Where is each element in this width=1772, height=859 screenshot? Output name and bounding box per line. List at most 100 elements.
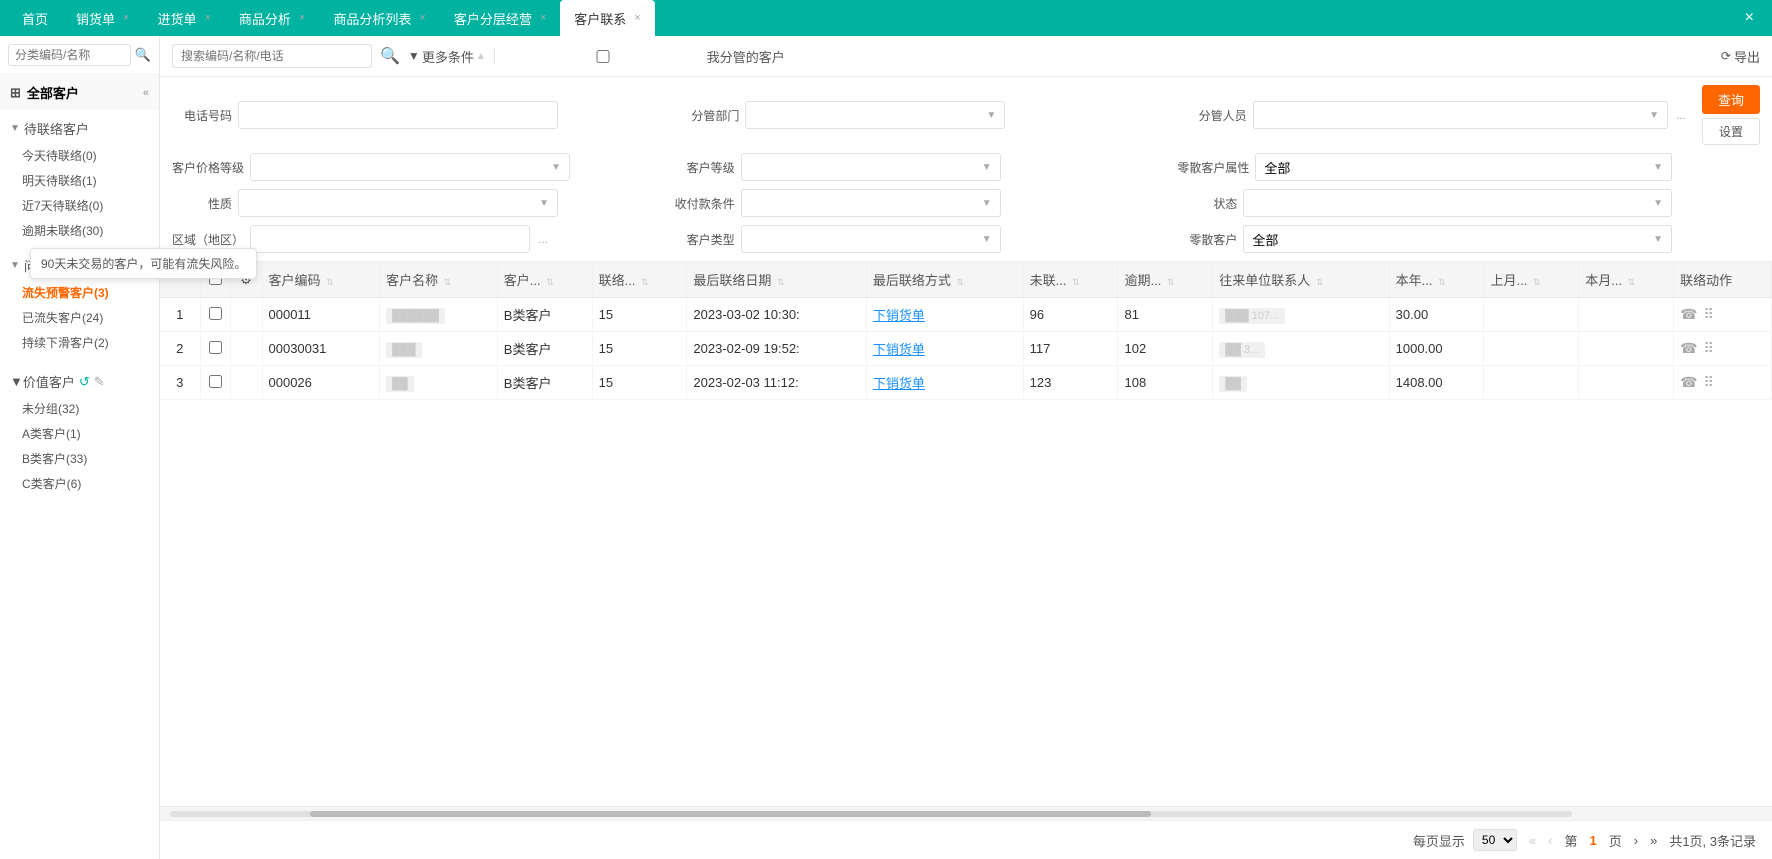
sidebar-item-declining[interactable]: 持续下滑客户(2) [0, 330, 159, 355]
action-phone-icon[interactable]: ☎ [1680, 306, 1697, 323]
th-overdue[interactable]: 逾期... ⇅ [1118, 262, 1213, 298]
th-name[interactable]: 客户名称 ⇅ [380, 262, 498, 298]
select-status[interactable]: ▼ [1243, 189, 1672, 217]
cell-setting [230, 298, 262, 332]
cell-num: 1 [160, 298, 200, 332]
setting-button[interactable]: 设置 [1702, 118, 1760, 145]
nav-tab-3[interactable]: 商品分析列表 × [319, 0, 439, 36]
my-customers-check[interactable] [503, 50, 703, 63]
cell-check[interactable] [200, 332, 230, 366]
sidebar-item-class-a[interactable]: A类客户(1) [0, 421, 159, 446]
sidebar-item-class-c[interactable]: C类客户(6) [0, 471, 159, 496]
search-button[interactable]: 🔍 [380, 46, 400, 66]
cell-lastmethod[interactable]: 下销货单 [866, 298, 1023, 332]
sidebar-item-class-b[interactable]: B类客户(33) [0, 446, 159, 471]
sidebar-item-7days[interactable]: 近7天待联络(0) [0, 193, 159, 218]
th-contact2[interactable]: 往来单位联系人 ⇅ [1213, 262, 1389, 298]
last-page-btn[interactable]: » [1646, 832, 1661, 849]
close-all-btn[interactable]: × [1735, 9, 1764, 27]
select-region[interactable] [250, 225, 530, 253]
action-phone-icon[interactable]: ☎ [1680, 340, 1697, 357]
nav-tab-4[interactable]: 客户分层经营 × [440, 0, 560, 36]
sidebar-all-customers[interactable]: ⊞ 全部客户 « [0, 75, 159, 110]
th-thisyear[interactable]: 本年... ⇅ [1389, 262, 1484, 298]
horizontal-scrollbar[interactable] [160, 806, 1772, 820]
th-lastdate[interactable]: 最后联络日期 ⇅ [687, 262, 866, 298]
sidebar: 🔍 ⊞ 全部客户 « ▼ 待联络客户 今天待联络(0) 明天待联络(1) 近7天… [0, 36, 160, 859]
query-button[interactable]: 查询 [1702, 85, 1760, 114]
sort-icon-lastmethod: ⇅ [957, 277, 965, 287]
select-dept[interactable]: ▼ [745, 101, 1005, 129]
th-type[interactable]: 客户... ⇅ [497, 262, 592, 298]
sidebar-item-today[interactable]: 今天待联络(0) [0, 143, 159, 168]
edit-icon[interactable]: ✎ [94, 374, 105, 390]
action-more-icon[interactable]: ⠿ [1704, 340, 1714, 357]
sidebar-search-input[interactable] [8, 44, 131, 66]
next-page-btn[interactable]: › [1630, 832, 1642, 849]
select-manager[interactable]: ▼ [1253, 101, 1668, 129]
label-region: 区域（地区） [172, 231, 244, 248]
first-page-btn[interactable]: « [1525, 832, 1540, 849]
select-customer-level[interactable]: ▼ [741, 153, 1001, 181]
row-checkbox-2[interactable] [209, 375, 222, 388]
row-checkbox-1[interactable] [209, 341, 222, 354]
nav-tab-1[interactable]: 进货单 × [143, 0, 224, 36]
cell-check[interactable] [200, 298, 230, 332]
select-zero-attr[interactable]: 全部▼ [1255, 153, 1672, 181]
toolbar: 🔍 ▼ 更多条件 ▲ 我分管的客户 ⟳ 导出 [160, 36, 1772, 77]
close-tab-2[interactable]: × [299, 12, 305, 24]
sidebar-item-lost-warning[interactable]: 流失预警客户(3) [0, 280, 159, 305]
sidebar-item-lost[interactable]: 已流失客户(24) [0, 305, 159, 330]
close-tab-5[interactable]: × [634, 12, 640, 24]
page-size-select[interactable]: 50 [1473, 829, 1517, 851]
filter-more-dots-1[interactable]: ... [1676, 108, 1686, 122]
input-phone[interactable] [238, 101, 558, 129]
label-manager: 分管人员 [1187, 107, 1247, 124]
refresh-icon[interactable]: ↺ [79, 374, 90, 390]
close-tab-3[interactable]: × [419, 12, 425, 24]
th-code[interactable]: 客户编码 ⇅ [262, 262, 380, 298]
action-phone-icon[interactable]: ☎ [1680, 374, 1697, 391]
action-more-icon[interactable]: ⠿ [1704, 306, 1714, 323]
sidebar-item-overdue[interactable]: 逾期未联络(30) [0, 218, 159, 243]
sidebar-search-icon[interactable]: 🔍 [135, 47, 151, 63]
select-zero-customer[interactable]: 全部▼ [1243, 225, 1672, 253]
close-tab-0[interactable]: × [123, 12, 129, 24]
export-button[interactable]: ⟳ 导出 [1721, 47, 1760, 66]
sidebar-item-ungroup[interactable]: 未分组(32) [0, 396, 159, 421]
nav-home[interactable]: 首页 [8, 0, 62, 36]
th-lastmethod[interactable]: 最后联络方式 ⇅ [866, 262, 1023, 298]
filter-status: 状态 ▼ [1177, 189, 1672, 217]
select-price-level[interactable]: ▼ [250, 153, 570, 181]
cell-lastmethod[interactable]: 下销货单 [866, 332, 1023, 366]
cell-check[interactable] [200, 366, 230, 400]
row-checkbox-0[interactable] [209, 307, 222, 320]
group-title-value[interactable]: ▼ 价值客户 ↺ ✎ [0, 367, 159, 396]
my-customers-checkbox[interactable]: 我分管的客户 [503, 47, 785, 66]
th-lastmonth[interactable]: 上月... ⇅ [1484, 262, 1579, 298]
select-nature[interactable]: ▼ [238, 189, 558, 217]
action-more-icon[interactable]: ⠿ [1704, 374, 1714, 391]
sidebar-item-tomorrow[interactable]: 明天待联络(1) [0, 168, 159, 193]
th-thismonth[interactable]: 本月... ⇅ [1579, 262, 1674, 298]
cell-lastmonth [1484, 332, 1579, 366]
search-input[interactable] [172, 44, 372, 68]
close-tab-1[interactable]: × [204, 12, 210, 24]
group-title-pending[interactable]: ▼ 待联络客户 [0, 114, 159, 143]
sort-icon-contact: ⇅ [641, 277, 649, 287]
th-uncontacted[interactable]: 未联... ⇅ [1023, 262, 1118, 298]
nav-tab-5[interactable]: 客户联系 × [560, 0, 654, 36]
close-tab-4[interactable]: × [540, 12, 546, 24]
page-word: 页 [1605, 830, 1626, 851]
select-customer-type[interactable]: ▼ [741, 225, 1001, 253]
th-contact[interactable]: 联络... ⇅ [592, 262, 687, 298]
collapse-icon[interactable]: « [143, 87, 149, 99]
filter-more-dots-2[interactable]: ... [538, 232, 548, 246]
nav-tab-0[interactable]: 销货单 × [62, 0, 143, 36]
scrollbar-thumb[interactable] [310, 811, 1151, 817]
cell-lastmethod[interactable]: 下销货单 [866, 366, 1023, 400]
prev-page-btn[interactable]: ‹ [1544, 832, 1556, 849]
select-payment[interactable]: ▼ [741, 189, 1001, 217]
nav-tab-2[interactable]: 商品分析 × [225, 0, 319, 36]
filter-more-button[interactable]: ▼ 更多条件 ▲ [408, 47, 486, 66]
